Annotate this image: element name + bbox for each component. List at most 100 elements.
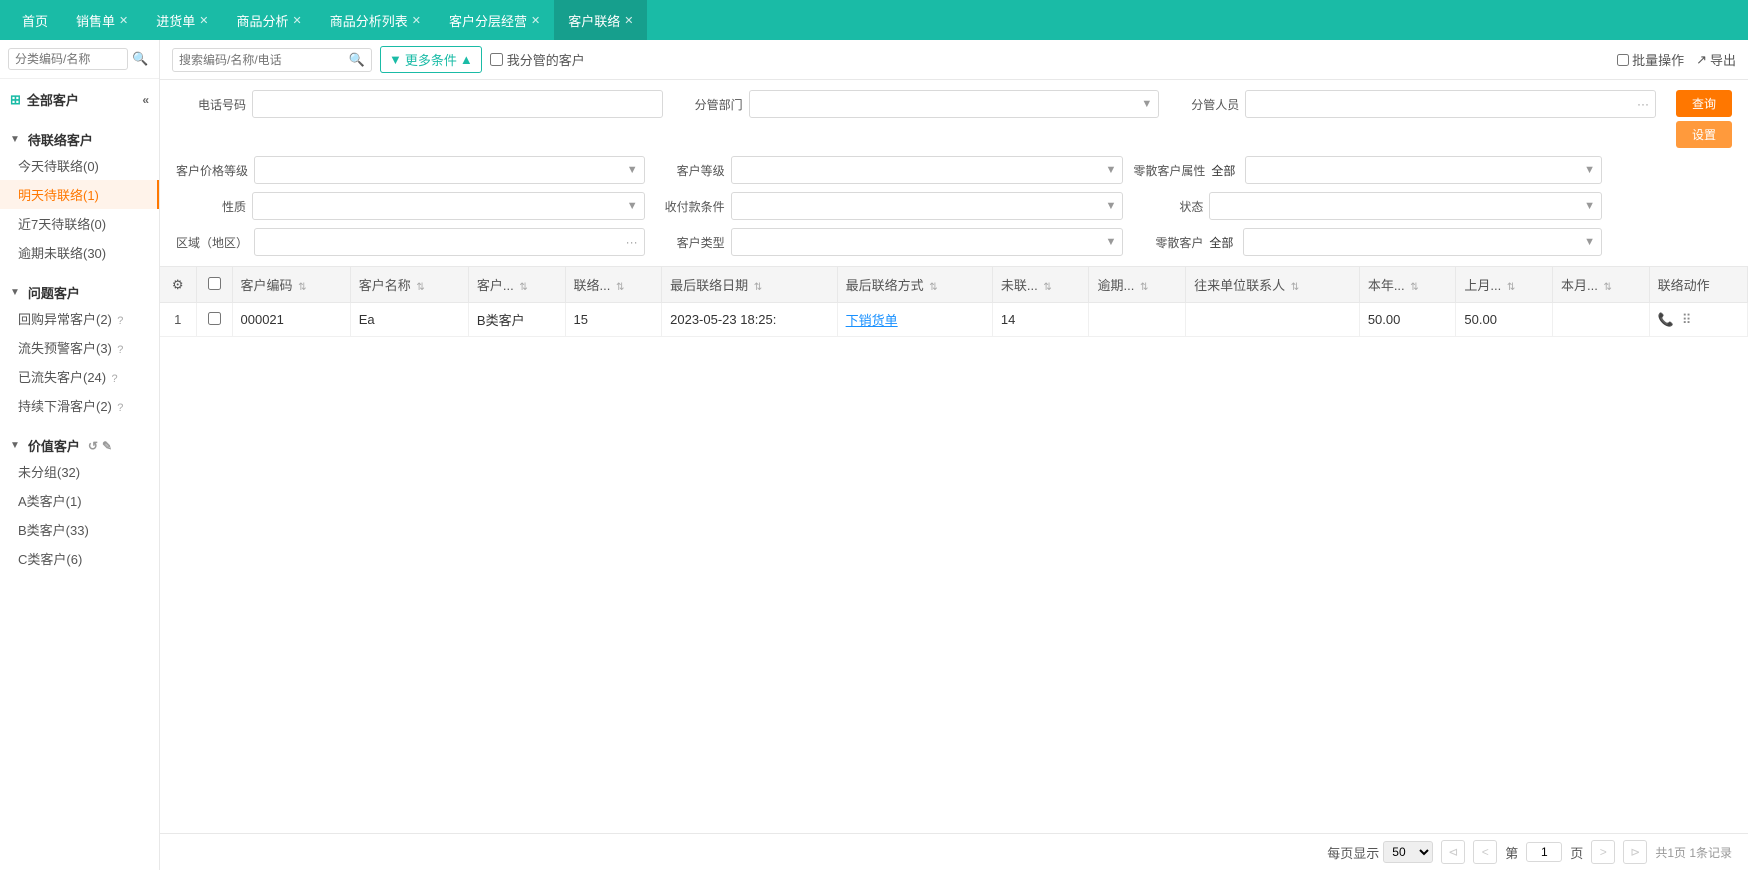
nav-product-analysis[interactable]: 商品分析 ✕ bbox=[222, 0, 315, 40]
sort-icon[interactable]: ⇅ bbox=[1507, 282, 1515, 293]
row-checkbox[interactable] bbox=[208, 312, 221, 325]
sort-icon[interactable]: ⇅ bbox=[1291, 282, 1299, 293]
th-settings[interactable]: ⚙ bbox=[160, 267, 196, 303]
sort-icon[interactable]: ⇅ bbox=[929, 282, 937, 293]
filter-phone-input[interactable] bbox=[252, 90, 663, 118]
sidebar-item-a-class[interactable]: A类客户(1) bbox=[0, 486, 159, 515]
cell-customer-name[interactable]: Ea bbox=[350, 303, 468, 337]
sidebar-all-customers[interactable]: ⊞ 全部客户 « bbox=[0, 85, 159, 114]
filter-area-select[interactable]: ··· bbox=[254, 228, 645, 256]
current-page-input[interactable] bbox=[1526, 842, 1562, 862]
sidebar-item-churn-warning[interactable]: 流失预警客户(3) ? bbox=[0, 333, 159, 362]
my-customers-checkbox[interactable] bbox=[490, 53, 503, 66]
batch-op-button[interactable]: 批量操作 bbox=[1617, 50, 1684, 69]
export-icon: ↗ bbox=[1696, 52, 1707, 68]
nav-sales-order[interactable]: 销售单 ✕ bbox=[62, 0, 142, 40]
filter-status-select[interactable]: ▼ bbox=[1209, 192, 1602, 220]
table-header-row: ⚙ 客户编码 ⇅ 客户名称 ⇅ 客户... ⇅ bbox=[160, 267, 1748, 303]
close-icon[interactable]: ✕ bbox=[412, 14, 421, 27]
filter-price-level-label: 客户价格等级 bbox=[176, 162, 248, 179]
sidebar-item-7days-pending[interactable]: 近7天待联络(0) bbox=[0, 209, 159, 238]
my-customers-checkbox-wrap[interactable]: 我分管的客户 bbox=[490, 50, 585, 69]
collapse-icon[interactable]: « bbox=[142, 93, 149, 107]
sort-icon[interactable]: ⇅ bbox=[1140, 282, 1148, 293]
filter-price-level-select[interactable]: ▼ bbox=[254, 156, 645, 184]
sort-icon[interactable]: ⇅ bbox=[1604, 282, 1612, 293]
filter-person-select[interactable]: ··· bbox=[1245, 90, 1656, 118]
prev-page-button[interactable]: < bbox=[1473, 840, 1497, 864]
action-icons-wrap: 📞 ⠿ bbox=[1658, 312, 1739, 328]
more-action-icon[interactable]: ⠿ bbox=[1682, 312, 1692, 328]
nav-customer-contact[interactable]: 客户联络 ✕ bbox=[554, 0, 647, 40]
export-button[interactable]: ↗ 导出 bbox=[1696, 50, 1736, 69]
close-icon[interactable]: ✕ bbox=[119, 14, 128, 27]
sort-icon[interactable]: ⇅ bbox=[298, 282, 306, 293]
edit-icon[interactable]: ✎ bbox=[102, 439, 112, 453]
sidebar-item-repurchase-abnormal[interactable]: 回购异常客户(2) ? bbox=[0, 304, 159, 333]
filter-customer-type-select[interactable]: ▼ bbox=[731, 228, 1124, 256]
cell-overdue bbox=[1089, 303, 1186, 337]
sidebar-item-ungrouped[interactable]: 未分组(32) bbox=[0, 457, 159, 486]
last-contact-link[interactable]: 下销货单 bbox=[846, 313, 898, 328]
page-size-select[interactable]: 50 100 200 bbox=[1383, 841, 1433, 863]
filter-retail-customer-select[interactable]: ▼ bbox=[1243, 228, 1602, 256]
filter-dept-select[interactable]: ▼ bbox=[749, 90, 1160, 118]
close-icon[interactable]: ✕ bbox=[199, 14, 208, 27]
sort-icon[interactable]: ⇅ bbox=[519, 282, 527, 293]
filter-retail-attr: 零散客户属性 全部 ▼ bbox=[1133, 156, 1602, 184]
filter-retail-attr-static: 全部 bbox=[1211, 162, 1235, 179]
phone-action-icon[interactable]: 📞 bbox=[1658, 312, 1674, 328]
cell-checkbox[interactable] bbox=[196, 303, 232, 337]
search-icon[interactable]: 🔍 bbox=[132, 51, 148, 67]
close-icon[interactable]: ✕ bbox=[293, 14, 302, 27]
nav-home[interactable]: 首页 bbox=[8, 0, 62, 40]
sidebar-item-overdue-pending[interactable]: 逾期未联络(30) bbox=[0, 238, 159, 267]
ellipsis-icon[interactable]: ··· bbox=[1637, 97, 1649, 111]
filter-payment-select[interactable]: ▼ bbox=[731, 192, 1124, 220]
filter-row-4: 区域（地区） ··· 客户类型 ▼ 零散客户 全部 bbox=[176, 228, 1732, 256]
sidebar-group-pending: ▼ 待联络客户 bbox=[0, 126, 159, 151]
sort-icon[interactable]: ⇅ bbox=[416, 282, 424, 293]
sidebar-item-c-class[interactable]: C类客户(6) bbox=[0, 544, 159, 573]
sidebar-item-churned[interactable]: 已流失客户(24) ? bbox=[0, 362, 159, 391]
sidebar-item-today-pending[interactable]: 今天待联络(0) bbox=[0, 151, 159, 180]
more-filter-button[interactable]: ▼ 更多条件 ▲ bbox=[380, 46, 482, 73]
help-icon[interactable]: ? bbox=[117, 344, 123, 356]
query-button[interactable]: 查询 bbox=[1676, 90, 1732, 117]
sidebar-search-input[interactable] bbox=[8, 48, 128, 70]
sort-icon[interactable]: ⇅ bbox=[1410, 282, 1418, 293]
search-icon[interactable]: 🔍 bbox=[349, 52, 365, 68]
ellipsis-icon[interactable]: ··· bbox=[626, 235, 638, 249]
sort-icon[interactable]: ⇅ bbox=[1043, 282, 1051, 293]
help-icon[interactable]: ? bbox=[111, 373, 117, 385]
sidebar-item-continuous-decline[interactable]: 持续下滑客户(2) ? bbox=[0, 391, 159, 420]
nav-product-analysis-list[interactable]: 商品分析列表 ✕ bbox=[316, 0, 435, 40]
close-icon[interactable]: ✕ bbox=[531, 14, 540, 27]
search-input[interactable] bbox=[179, 53, 349, 67]
batch-checkbox[interactable] bbox=[1617, 54, 1629, 66]
first-page-button[interactable]: ⊲ bbox=[1441, 840, 1465, 864]
settings-button[interactable]: 设置 bbox=[1676, 121, 1732, 148]
next-page-button[interactable]: > bbox=[1591, 840, 1615, 864]
close-icon[interactable]: ✕ bbox=[624, 14, 633, 27]
filter-retail-attr-select[interactable]: ▼ bbox=[1245, 156, 1602, 184]
filter-customer-level-select[interactable]: ▼ bbox=[731, 156, 1124, 184]
nav-customer-segments[interactable]: 客户分层经营 ✕ bbox=[435, 0, 554, 40]
th-checkbox[interactable] bbox=[196, 267, 232, 303]
refresh-icon[interactable]: ↺ bbox=[88, 439, 98, 453]
sidebar-item-b-class[interactable]: B类客户(33) bbox=[0, 515, 159, 544]
filter-retail-customer-static: 全部 bbox=[1209, 234, 1233, 251]
filter-payment-label: 收付款条件 bbox=[655, 198, 725, 215]
help-icon[interactable]: ? bbox=[117, 315, 123, 327]
sort-icon[interactable]: ⇅ bbox=[754, 282, 762, 293]
triangle-icon: ▼ bbox=[10, 134, 20, 145]
filter-nature-select[interactable]: ▼ bbox=[252, 192, 645, 220]
last-page-button[interactable]: ⊳ bbox=[1623, 840, 1647, 864]
cell-last-contact-method[interactable]: 下销货单 bbox=[837, 303, 992, 337]
select-all-checkbox[interactable] bbox=[208, 277, 221, 290]
sort-icon[interactable]: ⇅ bbox=[616, 282, 624, 293]
sidebar-item-tomorrow-pending[interactable]: 明天待联络(1) bbox=[0, 180, 159, 209]
help-icon[interactable]: ? bbox=[117, 402, 123, 414]
sidebar-group-value: ▼ 价值客户 ↺ ✎ bbox=[0, 432, 159, 457]
nav-purchase-order[interactable]: 进货单 ✕ bbox=[142, 0, 222, 40]
